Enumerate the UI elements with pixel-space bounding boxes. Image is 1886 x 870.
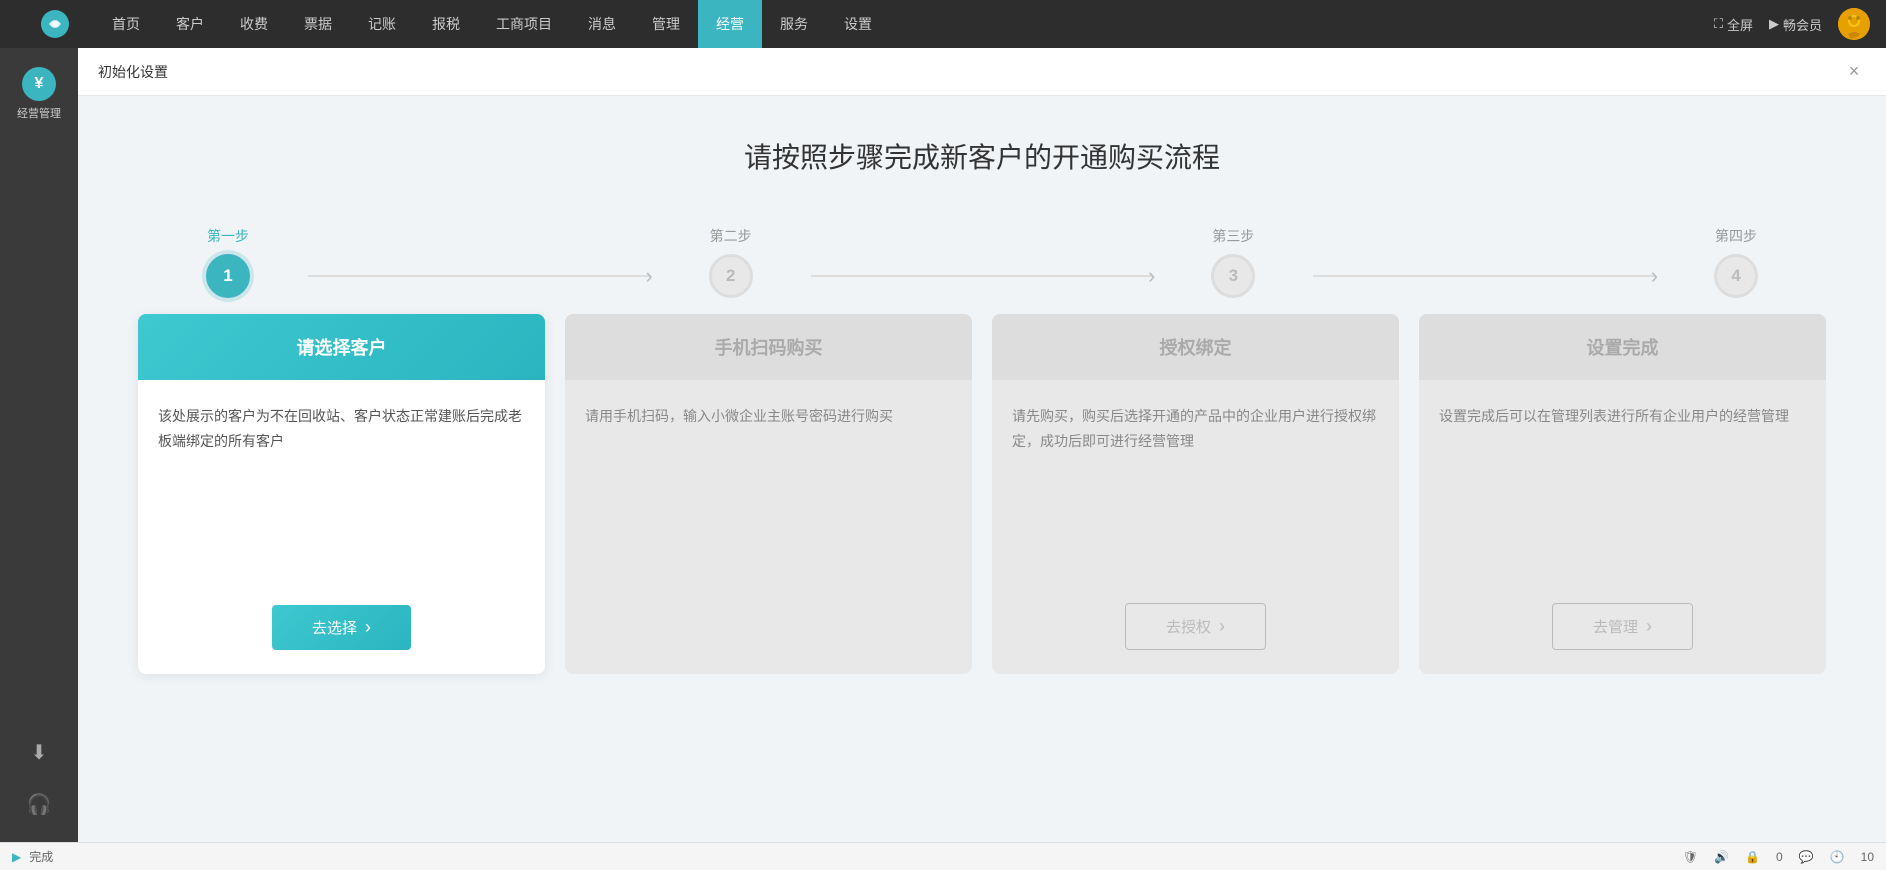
nav-settings[interactable]: 设置: [826, 0, 890, 48]
connector3-arrow: ›: [1651, 265, 1658, 287]
nav-home[interactable]: 首页: [94, 0, 158, 48]
nav-tax[interactable]: 报税: [414, 0, 478, 48]
nav-service[interactable]: 服务: [762, 0, 826, 48]
card1-footer: 去选择 ›: [138, 589, 545, 674]
nav-manage[interactable]: 管理: [634, 0, 698, 48]
nav-fee[interactable]: 收费: [222, 0, 286, 48]
card3-header: 授权绑定: [992, 314, 1399, 380]
sidebar-item-operation[interactable]: ¥ 经营管理: [9, 64, 69, 124]
card4-header: 设置完成: [1419, 314, 1826, 380]
nav-business[interactable]: 工商项目: [478, 0, 570, 48]
go-manage-button[interactable]: 去管理 ›: [1552, 603, 1693, 650]
step2-label: 第二步: [710, 226, 752, 246]
step-card-2: 手机扫码购买 请用手机扫码，输入小微企业主账号密码进行购买: [565, 314, 972, 674]
avatar[interactable]: [1838, 8, 1870, 40]
go-select-button[interactable]: 去选择 ›: [272, 605, 411, 650]
close-button[interactable]: ×: [1842, 60, 1866, 84]
fullscreen-button[interactable]: ⛶ 全屏: [1714, 15, 1753, 34]
main-layout: ¥ 经营管理 ⬇ 🎧 初始化设置 × 请按照步骤完成新客户的开通购买流程 第: [0, 48, 1886, 842]
card3-footer: 去授权 ›: [992, 587, 1399, 674]
member-button[interactable]: ▶ 畅会员: [1769, 15, 1822, 34]
member-icon: ▶: [1769, 16, 1779, 32]
nav-bookkeeping[interactable]: 记账: [350, 0, 414, 48]
clock-icon: 🕙: [1830, 850, 1845, 864]
step3-circle: 3: [1211, 254, 1255, 298]
operation-icon: ¥: [22, 67, 56, 101]
fullscreen-icon: ⛶: [1714, 16, 1723, 32]
step1-label: 第一步: [207, 226, 249, 246]
step4-circle: 4: [1714, 254, 1758, 298]
nav-ticket[interactable]: 票据: [286, 0, 350, 48]
nav-operation[interactable]: 经营: [698, 0, 762, 48]
shield-icon: 🛡: [1683, 850, 1698, 864]
step4-label: 第四步: [1715, 226, 1757, 246]
card2-body: 请用手机扫码，输入小微企业主账号密码进行购买: [565, 380, 972, 634]
step1-circle: 1: [206, 254, 250, 298]
card4-body: 设置完成后可以在管理列表进行所有企业用户的经营管理: [1419, 380, 1826, 587]
connector2-arrow: ›: [1148, 265, 1155, 287]
status-bar-right: 🛡 🔊 🔒 0 💬 🕙 10: [1683, 850, 1874, 864]
volume-icon: 🔊: [1714, 850, 1729, 864]
step2-circle: 2: [709, 254, 753, 298]
card2-header: 手机扫码购买: [565, 314, 972, 380]
content-area: 请按照步骤完成新客户的开通购买流程 第一步 第二步: [78, 96, 1886, 842]
step-card-3: 授权绑定 请先购买，购买后选择开通的产品中的企业用户进行授权绑定，成功后即可进行…: [992, 314, 1399, 674]
nav-right-area: ⛶ 全屏 ▶ 畅会员: [1714, 8, 1870, 40]
card1-header: 请选择客户: [138, 314, 545, 380]
card4-footer: 去管理 ›: [1419, 587, 1826, 674]
nav-message[interactable]: 消息: [570, 0, 634, 48]
lock-icon: 🔒: [1745, 850, 1760, 864]
app-logo[interactable]: [16, 8, 94, 40]
manage-arrow-icon: ›: [1646, 616, 1652, 637]
play-icon: ▶: [12, 850, 21, 864]
main-content: 初始化设置 × 请按照步骤完成新客户的开通购买流程 第一步 第二步: [78, 48, 1886, 842]
step-card-4: 设置完成 设置完成后可以在管理列表进行所有企业用户的经营管理 去管理 ›: [1419, 314, 1826, 674]
card2-footer: [565, 634, 972, 674]
flow-title: 请按照步骤完成新客户的开通购买流程: [138, 136, 1826, 176]
comment-count: 0: [1776, 850, 1783, 864]
download-icon[interactable]: ⬇: [17, 730, 61, 774]
sidebar: ¥ 经营管理 ⬇ 🎧: [0, 48, 78, 842]
go-authorize-button[interactable]: 去授权 ›: [1125, 603, 1266, 650]
authorize-arrow-icon: ›: [1219, 616, 1225, 637]
nav-menu: 首页 客户 收费 票据 记账 报税 工商项目 消息 管理 经营 服务 设置: [94, 0, 1714, 48]
card1-body: 该处展示的客户为不在回收站、客户状态正常建账后完成老板端绑定的所有客户: [138, 380, 545, 589]
sidebar-item-label: 经营管理: [17, 105, 61, 121]
cards-row: 请选择客户 该处展示的客户为不在回收站、客户状态正常建账后完成老板端绑定的所有客…: [138, 314, 1826, 674]
page-title: 初始化设置: [98, 62, 168, 82]
step3-label: 第三步: [1212, 226, 1254, 246]
nav-customer[interactable]: 客户: [158, 0, 222, 48]
sidebar-bottom-area: ⬇ 🎧: [17, 730, 61, 842]
headset-icon[interactable]: 🎧: [17, 782, 61, 826]
select-arrow-icon: ›: [365, 617, 371, 638]
top-navigation: 首页 客户 收费 票据 记账 报税 工商项目 消息 管理 经营 服务 设置 ⛶ …: [0, 0, 1886, 48]
comment-icon: 💬: [1799, 850, 1814, 864]
connector1-arrow: ›: [645, 265, 652, 287]
status-label: 完成: [29, 848, 53, 865]
page-header: 初始化设置 ×: [78, 48, 1886, 96]
time-display: 10: [1861, 850, 1874, 864]
step-card-1: 请选择客户 该处展示的客户为不在回收站、客户状态正常建账后完成老板端绑定的所有客…: [138, 314, 545, 674]
card3-body: 请先购买，购买后选择开通的产品中的企业用户进行授权绑定，成功后即可进行经营管理: [992, 380, 1399, 587]
status-bar: ▶ 完成 🛡 🔊 🔒 0 💬 🕙 10: [0, 842, 1886, 870]
